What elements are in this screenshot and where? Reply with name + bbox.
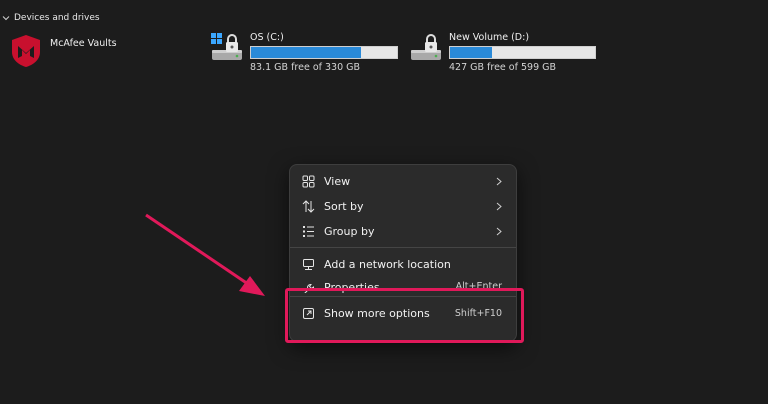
annotation-arrow-icon xyxy=(145,213,265,296)
